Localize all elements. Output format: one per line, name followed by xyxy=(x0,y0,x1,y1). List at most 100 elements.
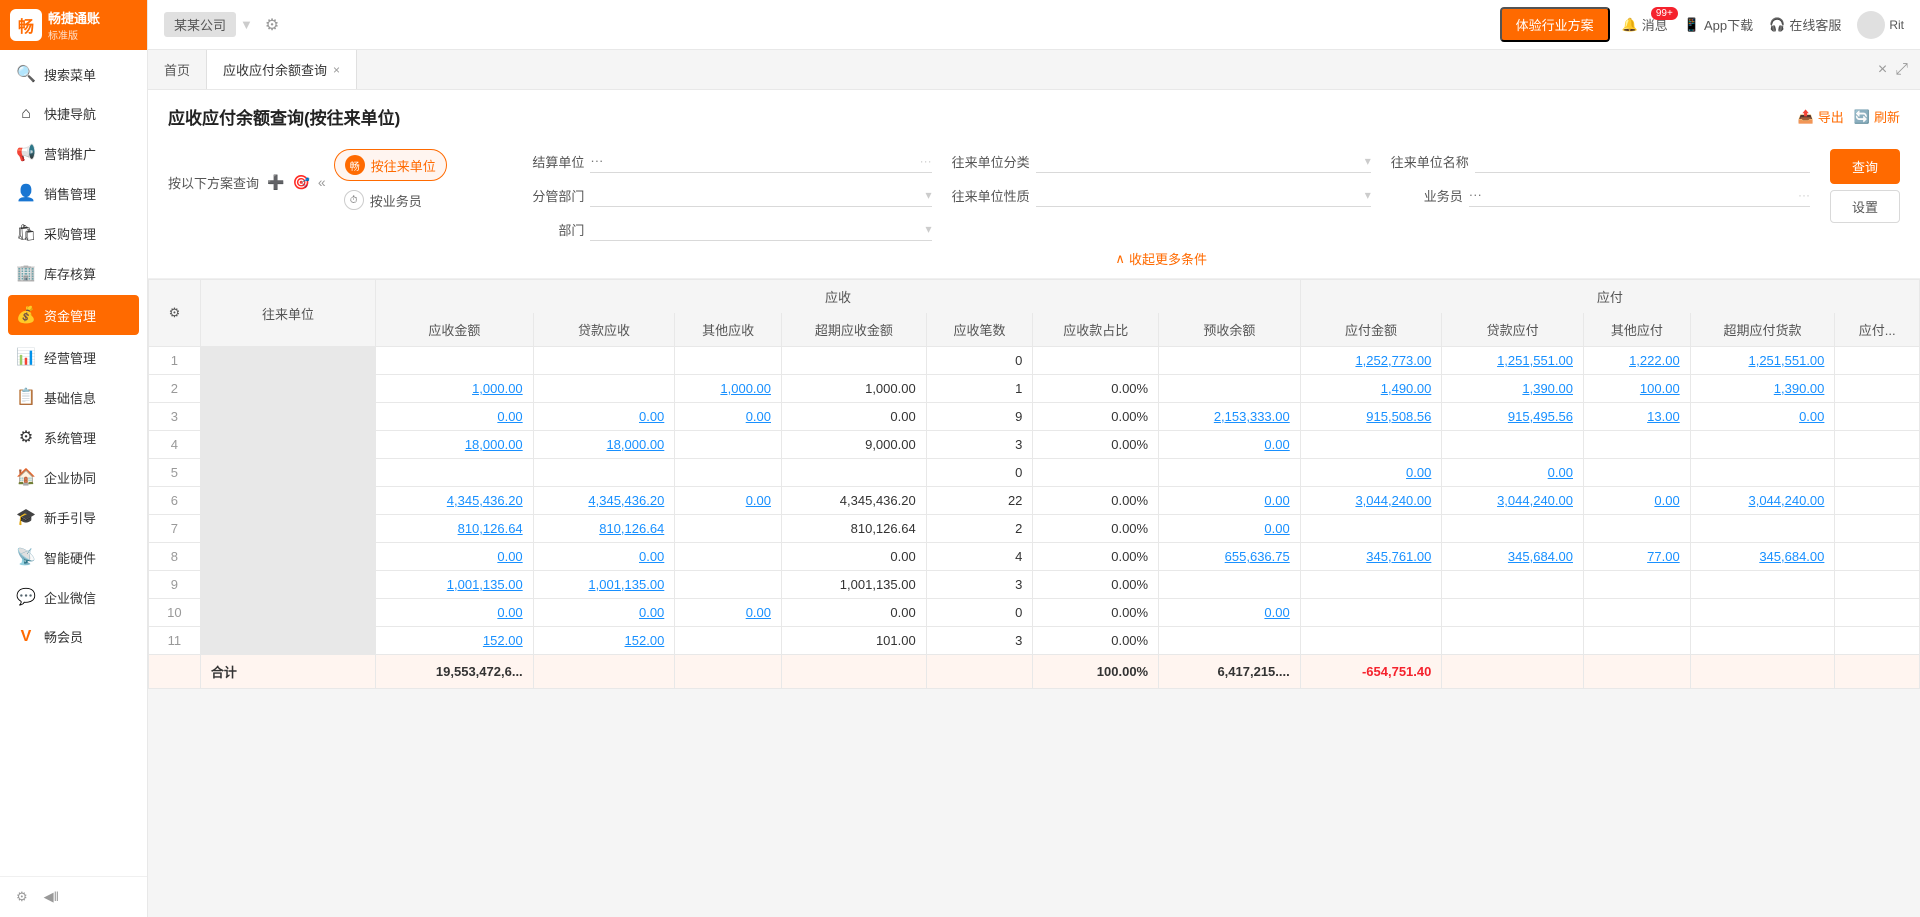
cell-link[interactable]: 0.00 xyxy=(1799,409,1824,424)
cell-link[interactable]: 0.00 xyxy=(746,409,771,424)
filter-option-byunit[interactable]: 畅 按往来单位 xyxy=(334,149,447,181)
cell-link[interactable]: 0.00 xyxy=(1264,521,1289,536)
cell-link[interactable]: 0.00 xyxy=(746,493,771,508)
cell-link[interactable]: 1,001,135.00 xyxy=(447,577,523,592)
cell-link[interactable]: 345,684.00 xyxy=(1508,549,1573,564)
cell-link[interactable]: 0.00 xyxy=(1264,437,1289,452)
unit-category-field[interactable] xyxy=(1036,153,1365,168)
cell-link[interactable]: 18,000.00 xyxy=(606,437,664,452)
tab-close-icon[interactable]: × xyxy=(333,63,340,77)
sidebar-item-capital[interactable]: 💰 资金管理 xyxy=(8,295,139,335)
cell-link[interactable]: 0.00 xyxy=(1406,465,1431,480)
cell-link[interactable]: 1,222.00 xyxy=(1629,353,1680,368)
unit-name-field[interactable] xyxy=(1475,153,1810,168)
cell-link[interactable]: 0.00 xyxy=(639,409,664,424)
sidebar-item-enterprise[interactable]: 🏠 企业协同 xyxy=(0,457,147,497)
cell-link[interactable]: 915,508.56 xyxy=(1366,409,1431,424)
sidebar-item-purchase[interactable]: 🛍 采购管理 xyxy=(0,213,147,253)
tab-home[interactable]: 首页 xyxy=(148,50,207,89)
cell-link[interactable]: 3,044,240.00 xyxy=(1355,493,1431,508)
cell-link[interactable]: 810,126.64 xyxy=(458,521,523,536)
jiesuan-field[interactable] xyxy=(590,153,919,168)
cell-link[interactable]: 1,001,135.00 xyxy=(588,577,664,592)
collapse-button[interactable]: ∧ 收起更多条件 xyxy=(512,249,1810,268)
cell-link[interactable]: 1,490.00 xyxy=(1381,381,1432,396)
cell-link[interactable]: 1,251,551.00 xyxy=(1748,353,1824,368)
dept-manage-field[interactable] xyxy=(590,187,925,202)
settings-icon[interactable]: ⚙ xyxy=(16,889,28,905)
cell-link[interactable]: 152.00 xyxy=(625,633,665,648)
collapse-icon[interactable]: ◀‖ xyxy=(44,889,59,905)
back-filter-icon[interactable]: « xyxy=(318,174,326,190)
cell-link[interactable]: 3,044,240.00 xyxy=(1748,493,1824,508)
cell-link[interactable]: 1,252,773.00 xyxy=(1355,353,1431,368)
cell-link[interactable]: 1,000.00 xyxy=(472,381,523,396)
unit-nature-input[interactable]: ▾ xyxy=(1036,183,1371,207)
dept-field[interactable] xyxy=(590,221,925,236)
window-close-button[interactable]: × xyxy=(1878,61,1887,79)
cell-link[interactable]: 0.00 xyxy=(1548,465,1573,480)
cell-link[interactable]: 1,251,551.00 xyxy=(1497,353,1573,368)
salesperson-field[interactable] xyxy=(1469,187,1798,202)
unit-nature-field[interactable] xyxy=(1036,187,1365,202)
cell-link[interactable]: 655,636.75 xyxy=(1225,549,1290,564)
dept-manage-input[interactable]: ▾ xyxy=(590,183,931,207)
cell-link[interactable]: 2,153,333.00 xyxy=(1214,409,1290,424)
unit-category-input[interactable]: ▾ xyxy=(1036,149,1371,173)
export-button[interactable]: 📤 导出 xyxy=(1798,107,1844,126)
cell-link[interactable]: 0.00 xyxy=(639,605,664,620)
refresh-button[interactable]: 🔄 刷新 xyxy=(1854,107,1900,126)
sidebar-item-member[interactable]: V 畅会员 xyxy=(0,617,147,656)
cell-link[interactable]: 0.00 xyxy=(497,605,522,620)
window-expand-button[interactable]: ⤢ xyxy=(1895,61,1908,79)
cell-link[interactable]: 810,126.64 xyxy=(599,521,664,536)
settings-button[interactable]: 设置 xyxy=(1830,190,1900,223)
cell-link[interactable]: 0.00 xyxy=(497,409,522,424)
jiesuan-input[interactable]: ··· xyxy=(590,149,931,173)
sidebar-item-wechat[interactable]: 💬 企业微信 xyxy=(0,577,147,617)
cell-link[interactable]: 0.00 xyxy=(497,549,522,564)
sidebar-item-quicknav[interactable]: ⌂ 快捷导航 xyxy=(0,94,147,133)
filter-option-bystaff[interactable]: ⏱ 按业务员 xyxy=(334,185,447,215)
cell-link[interactable]: 0.00 xyxy=(1654,493,1679,508)
customer-service-button[interactable]: 🎧 在线客服 xyxy=(1769,15,1841,34)
add-filter-icon[interactable]: ➕ xyxy=(267,174,284,191)
tab-ar-ap[interactable]: 应收应付余额查询 × xyxy=(207,50,357,89)
cell-link[interactable]: 18,000.00 xyxy=(465,437,523,452)
cell-link[interactable]: 345,761.00 xyxy=(1366,549,1431,564)
cell-link[interactable]: 1,390.00 xyxy=(1774,381,1825,396)
salesperson-input[interactable]: ··· xyxy=(1469,183,1810,207)
cell-link[interactable]: 3,044,240.00 xyxy=(1497,493,1573,508)
cell-link[interactable]: 345,684.00 xyxy=(1759,549,1824,564)
cell-link[interactable]: 0.00 xyxy=(639,549,664,564)
cell-link[interactable]: 0.00 xyxy=(746,605,771,620)
cell-link[interactable]: 915,495.56 xyxy=(1508,409,1573,424)
notifications-button[interactable]: 🔔 消息 99+ xyxy=(1622,15,1668,34)
sidebar-item-basicinfo[interactable]: 📋 基础信息 xyxy=(0,377,147,417)
settings-filter-icon[interactable]: 🎯 xyxy=(292,174,309,191)
cell-link[interactable]: 1,000.00 xyxy=(720,381,771,396)
cell-link[interactable]: 152.00 xyxy=(483,633,523,648)
cell-link[interactable]: 0.00 xyxy=(1264,493,1289,508)
col-setting[interactable]: ⚙ xyxy=(149,280,201,347)
sidebar-item-guide[interactable]: 🎓 新手引导 xyxy=(0,497,147,537)
query-button[interactable]: 查询 xyxy=(1830,149,1900,184)
user-avatar-button[interactable]: Rit xyxy=(1857,11,1904,39)
sidebar-item-sales[interactable]: 👤 销售管理 xyxy=(0,173,147,213)
sidebar-item-search[interactable]: 🔍 搜索菜单 xyxy=(0,54,147,94)
promo-button[interactable]: 体验行业方案 xyxy=(1500,7,1610,42)
sidebar-item-system[interactable]: ⚙ 系统管理 xyxy=(0,417,147,457)
app-download-button[interactable]: 📱 App下载 xyxy=(1684,15,1753,34)
unit-name-input[interactable] xyxy=(1475,149,1810,173)
cell-link[interactable]: 4,345,436.20 xyxy=(588,493,664,508)
cell-link[interactable]: 0.00 xyxy=(1264,605,1289,620)
cell-link[interactable]: 1,390.00 xyxy=(1522,381,1573,396)
cell-link[interactable]: 100.00 xyxy=(1640,381,1680,396)
cell-link[interactable]: 4,345,436.20 xyxy=(447,493,523,508)
cell-link[interactable]: 77.00 xyxy=(1647,549,1680,564)
settings-gear-icon[interactable]: ⚙ xyxy=(265,15,279,35)
sidebar-item-smarthw[interactable]: 📡 智能硬件 xyxy=(0,537,147,577)
sidebar-item-inventory[interactable]: 🏢 库存核算 xyxy=(0,253,147,293)
sidebar-item-operations[interactable]: 📊 经营管理 xyxy=(0,337,147,377)
sidebar-item-marketing[interactable]: 📢 营销推广 xyxy=(0,133,147,173)
